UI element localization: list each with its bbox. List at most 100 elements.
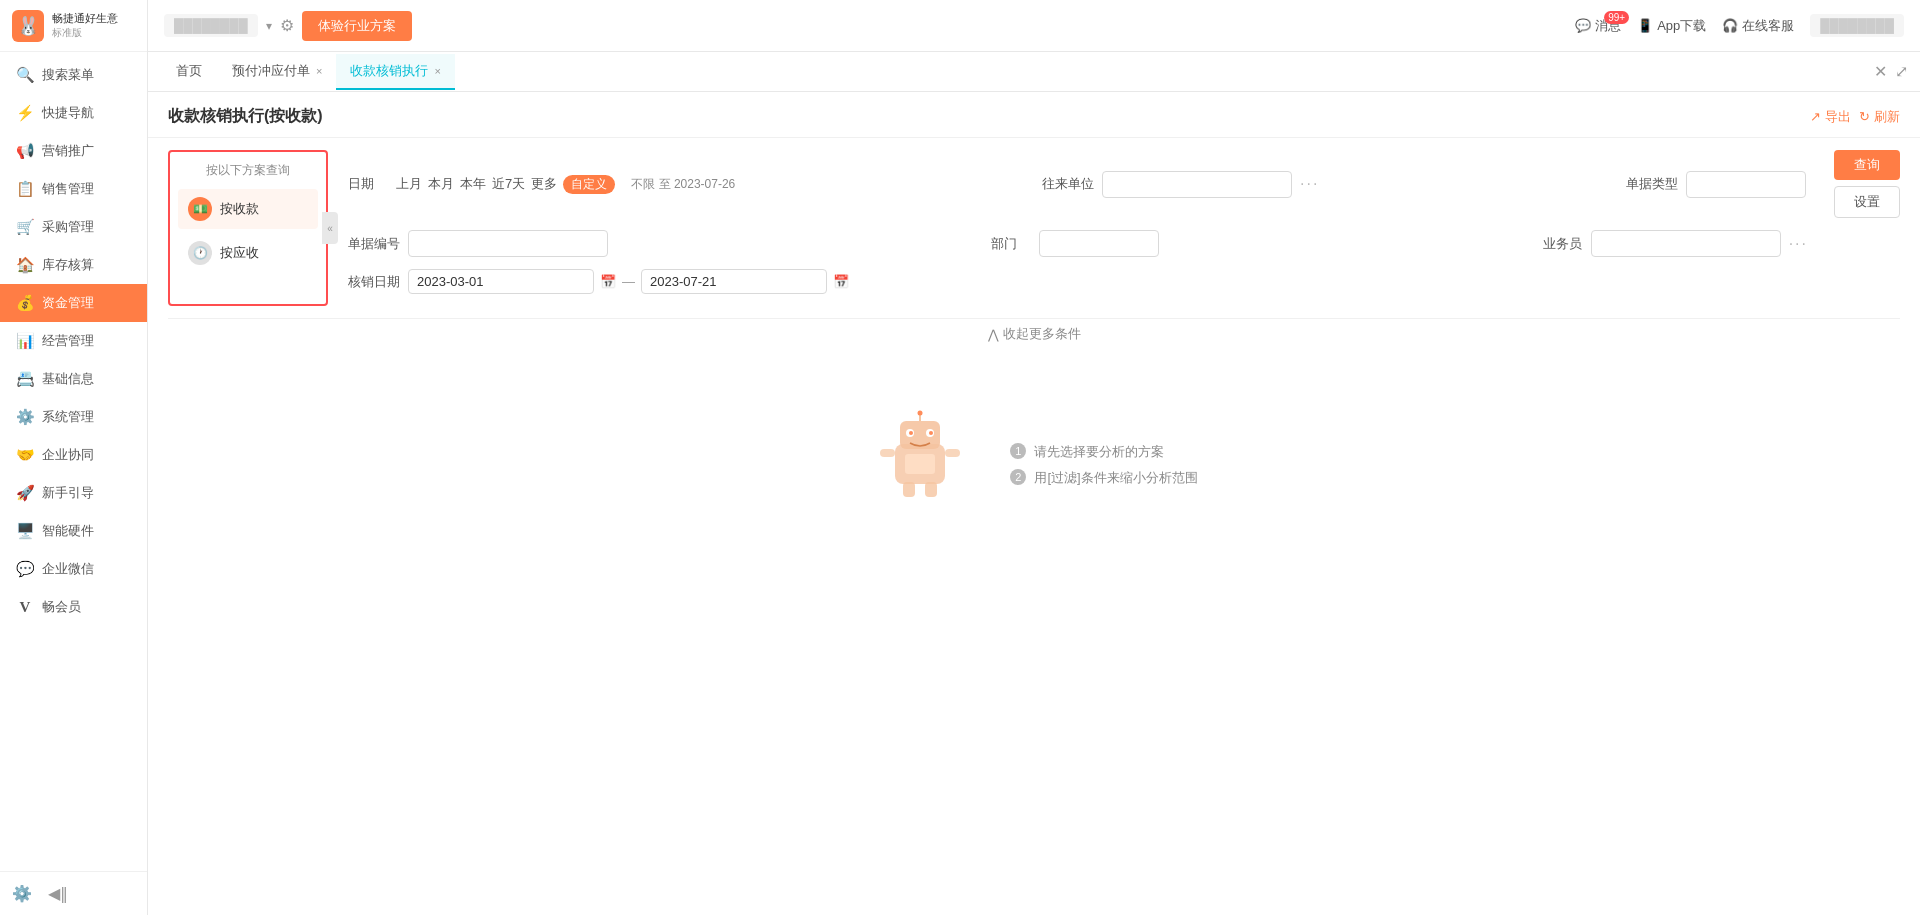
verify-end-date[interactable] <box>641 269 827 294</box>
date-btn-this-year[interactable]: 本年 <box>460 175 486 193</box>
date-btn-more[interactable]: 更多 <box>531 175 557 193</box>
vendor-input[interactable] <box>1102 171 1292 198</box>
sidebar-item-business[interactable]: 📊 经营管理 <box>0 322 147 360</box>
svg-rect-9 <box>945 449 960 457</box>
sidebar-item-quicknav[interactable]: ⚡ 快捷导航 <box>0 94 147 132</box>
tab-prepay-label: 预付冲应付单 <box>232 62 310 80</box>
svg-point-4 <box>909 431 913 435</box>
bill-type-select[interactable] <box>1686 171 1806 198</box>
solution-button[interactable]: 体验行业方案 <box>302 11 412 41</box>
topbar-left: ████████ ▾ ⚙ 体验行业方案 <box>164 11 1563 41</box>
sidebar-item-collab[interactable]: 🤝 企业协同 <box>0 436 147 474</box>
date-label: 日期 <box>348 175 388 193</box>
sidebar-item-label: 畅会员 <box>42 598 81 616</box>
verify-start-date[interactable] <box>408 269 594 294</box>
app-download-icon: 📱 <box>1637 18 1653 33</box>
setting-button[interactable]: 设置 <box>1834 186 1900 218</box>
sidebar-item-wechat[interactable]: 💬 企业微信 <box>0 550 147 588</box>
staff-label: 业务员 <box>1543 235 1583 253</box>
sidebar-item-member[interactable]: V 畅会员 <box>0 588 147 626</box>
topbar-right: 💬 消息 99+ 📱 App下载 🎧 在线客服 ████████ <box>1575 14 1904 37</box>
vendor-label: 往来单位 <box>1042 175 1094 193</box>
refresh-button[interactable]: ↻ 刷新 <box>1859 108 1900 126</box>
filter-sidebar-title: 按以下方案查询 <box>178 162 318 179</box>
filter-field-verify-date: 核销日期 📅 — 📅 <box>348 269 849 294</box>
filter-field-staff: 业务员 ··· <box>1543 230 1808 257</box>
verify-end-cal-icon[interactable]: 📅 <box>833 274 849 289</box>
date-btn-7days[interactable]: 近7天 <box>492 175 525 193</box>
settings-icon[interactable]: ⚙️ <box>12 884 32 903</box>
message-icon: 💬 <box>1575 18 1591 33</box>
empty-hints: 1 请先选择要分析的方案 2 用[过滤]条件来缩小分析范围 <box>1010 443 1197 495</box>
receipt-option-icon: 💵 <box>188 197 212 221</box>
sidebar-item-label: 快捷导航 <box>42 104 94 122</box>
sidebar-logo: 🐰 畅捷通好生意 标准版 <box>0 0 147 52</box>
sidebar: 🐰 畅捷通好生意 标准版 🔍 搜索菜单 ⚡ 快捷导航 📢 营销推广 📋 销售管理… <box>0 0 148 915</box>
sidebar-item-system[interactable]: ⚙️ 系统管理 <box>0 398 147 436</box>
filter-field-bill-no: 单据编号 <box>348 230 608 257</box>
sidebar-item-label: 新手引导 <box>42 484 94 502</box>
date-custom-badge[interactable]: 自定义 <box>563 175 615 194</box>
collapse-sidebar-icon[interactable]: ◀‖ <box>48 884 68 903</box>
gear-icon[interactable]: ⚙ <box>280 16 294 35</box>
bill-no-input[interactable] <box>408 230 608 257</box>
filter-option-by-receipt[interactable]: 💵 按收款 <box>178 189 318 229</box>
app-logo-icon: 🐰 <box>12 10 44 42</box>
date-separator: — <box>622 274 635 289</box>
svg-rect-1 <box>900 421 940 449</box>
tab-prepay-close[interactable]: × <box>316 65 322 77</box>
sidebar-item-purchase[interactable]: 🛒 采购管理 <box>0 208 147 246</box>
collapse-more-label: 收起更多条件 <box>1003 325 1081 343</box>
tab-close-all-icon[interactable]: ✕ <box>1874 62 1887 81</box>
verify-start-cal-icon[interactable]: 📅 <box>600 274 616 289</box>
staff-more-icon[interactable]: ··· <box>1789 235 1808 253</box>
filter-field-vendor: 往来单位 ··· <box>1042 171 1319 198</box>
sidebar-item-marketing[interactable]: 📢 营销推广 <box>0 132 147 170</box>
tab-prepay[interactable]: 预付冲应付单 × <box>218 54 336 90</box>
sidebar-item-inventory[interactable]: 🏠 库存核算 <box>0 246 147 284</box>
tab-expand-icon[interactable]: ⤢ <box>1895 62 1908 81</box>
filter-row-1: 日期 上月 本月 本年 近7天 更多 自定义 不限 至 2023-07-26 <box>348 150 1900 218</box>
inventory-icon: 🏠 <box>16 256 34 274</box>
system-icon: ⚙️ <box>16 408 34 426</box>
sidebar-item-label: 搜索菜单 <box>42 66 94 84</box>
user-label: ████████ <box>1810 14 1904 37</box>
sidebar-item-label: 系统管理 <box>42 408 94 426</box>
sidebar-item-basics[interactable]: 📇 基础信息 <box>0 360 147 398</box>
purchase-icon: 🛒 <box>16 218 34 236</box>
export-button[interactable]: ↗ 导出 <box>1810 108 1851 126</box>
sidebar-item-search[interactable]: 🔍 搜索菜单 <box>0 56 147 94</box>
sidebar-item-guide[interactable]: 🚀 新手引导 <box>0 474 147 512</box>
message-badge: 99+ <box>1604 11 1629 24</box>
bill-no-label: 单据编号 <box>348 235 400 253</box>
empty-hint-2: 2 用[过滤]条件来缩小分析范围 <box>1010 469 1197 487</box>
tab-receipt-close[interactable]: × <box>434 65 440 77</box>
filter-option-by-receivable[interactable]: 🕐 按应收 <box>178 233 318 273</box>
receivable-option-icon: 🕐 <box>188 241 212 265</box>
verify-date-label: 核销日期 <box>348 273 400 291</box>
dept-select[interactable] <box>1039 230 1159 257</box>
vendor-more-icon[interactable]: ··· <box>1300 175 1319 193</box>
quick-nav-icon: ⚡ <box>16 104 34 122</box>
query-button[interactable]: 查询 <box>1834 150 1900 180</box>
app-download-button[interactable]: 📱 App下载 <box>1637 17 1706 35</box>
service-button[interactable]: 🎧 在线客服 <box>1722 17 1794 35</box>
tab-home[interactable]: 首页 <box>160 54 218 90</box>
date-btn-last-month[interactable]: 上月 <box>396 175 422 193</box>
filter-field-dept: 部门 <box>991 230 1159 257</box>
collapse-more-btn[interactable]: ⋀ 收起更多条件 <box>168 318 1900 349</box>
sidebar-item-finance[interactable]: 💰 资金管理 <box>0 284 147 322</box>
svg-point-7 <box>918 411 923 416</box>
filter-sidebar-collapse[interactable]: « <box>322 212 338 244</box>
date-btn-this-month[interactable]: 本月 <box>428 175 454 193</box>
app-edition: 标准版 <box>52 26 118 40</box>
sidebar-item-label: 采购管理 <box>42 218 94 236</box>
sidebar-item-sales[interactable]: 📋 销售管理 <box>0 170 147 208</box>
staff-input[interactable] <box>1591 230 1781 257</box>
sidebar-item-hardware[interactable]: 🖥️ 智能硬件 <box>0 512 147 550</box>
message-button[interactable]: 💬 消息 99+ <box>1575 17 1621 35</box>
dropdown-icon[interactable]: ▾ <box>266 19 272 33</box>
tab-receipt-verify[interactable]: 收款核销执行 × <box>336 54 454 90</box>
svg-rect-8 <box>880 449 895 457</box>
export-icon: ↗ <box>1810 109 1821 124</box>
